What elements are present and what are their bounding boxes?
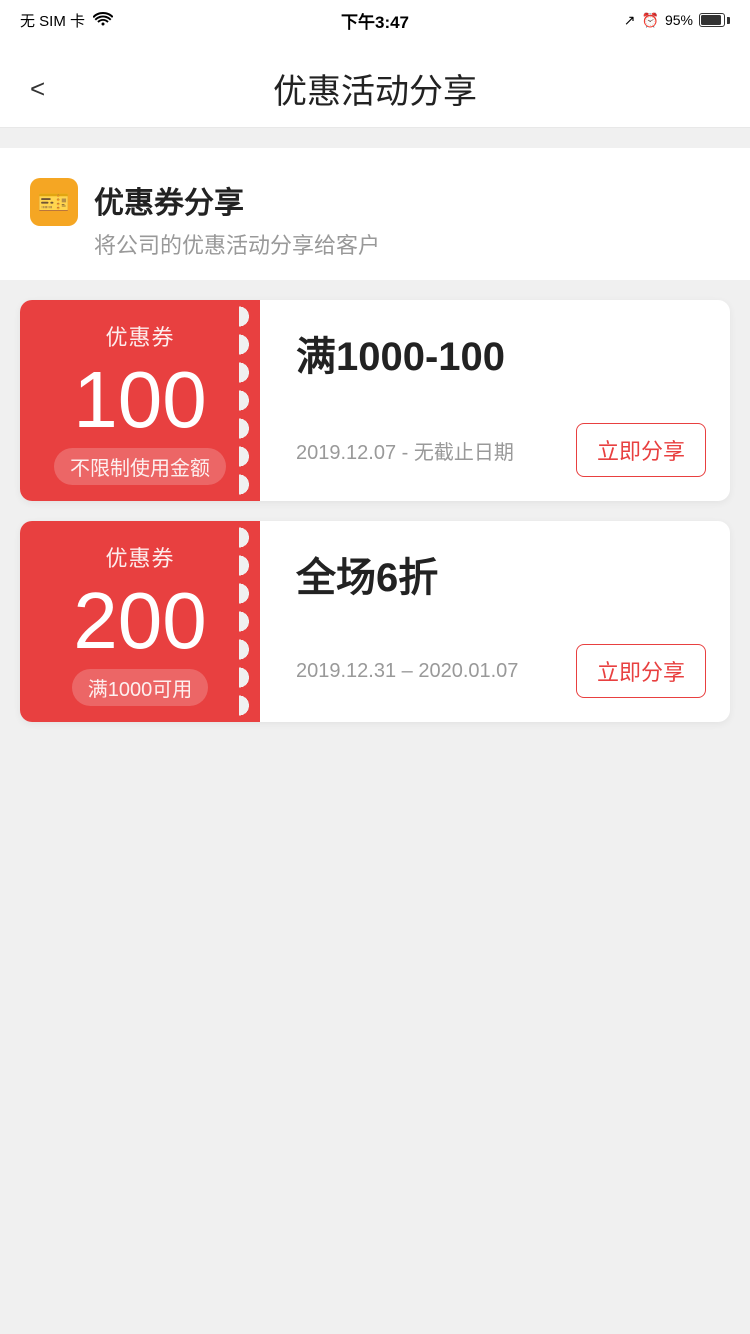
status-left: 无 SIM 卡: [20, 10, 113, 31]
page-title: 优惠活动分享: [273, 64, 477, 113]
coupon-zigzag-0: [239, 300, 261, 501]
coupon-title-1: 全场6折: [296, 545, 706, 603]
section-text: 优惠券分享 将公司的优惠活动分享给客户: [94, 178, 380, 260]
coupon-right-0: 满1000-100 2019.12.07 - 无截止日期 立即分享: [260, 300, 730, 501]
back-button[interactable]: <: [30, 73, 45, 104]
coupon-right-1: 全场6折 2019.12.31 – 2020.01.07 立即分享: [260, 521, 730, 722]
nav-bar: < 优惠活动分享: [0, 40, 750, 128]
coupon-meta-0: 2019.12.07 - 无截止日期 立即分享: [296, 423, 706, 477]
status-bar: 无 SIM 卡 下午3:47 ↗ ⏰ 95%: [0, 0, 750, 40]
coupon-amount-1: 200: [73, 581, 206, 661]
battery-icon: [699, 13, 730, 27]
section-header: 🎫 优惠券分享 将公司的优惠活动分享给客户: [0, 148, 750, 280]
coupon-left-1: 优惠券 200 满1000可用: [20, 521, 260, 722]
coupon-date-0: 2019.12.07 - 无截止日期: [296, 436, 564, 465]
battery-percent: 95%: [665, 12, 693, 28]
coupon-list: 优惠券 100 不限制使用金额 满1000-100 2019.12.07 - 无…: [0, 280, 750, 722]
share-button-0[interactable]: 立即分享: [576, 423, 706, 477]
coupon-left-0: 优惠券 100 不限制使用金额: [20, 300, 260, 501]
coupon-card: 优惠券 100 不限制使用金额 满1000-100 2019.12.07 - 无…: [20, 300, 730, 501]
coupon-label-0: 优惠券: [105, 320, 174, 352]
coupon-meta-1: 2019.12.31 – 2020.01.07 立即分享: [296, 644, 706, 698]
coupon-label-1: 优惠券: [105, 541, 174, 573]
coupon-title-0: 满1000-100: [296, 324, 706, 382]
section-subtitle: 将公司的优惠活动分享给客户: [94, 228, 380, 260]
wifi-icon: [93, 10, 113, 30]
status-right: ↗ ⏰ 95%: [624, 12, 730, 29]
section-icon: 🎫: [30, 178, 78, 226]
coupon-card: 优惠券 200 满1000可用 全场6折 2019.12.31 – 2020.0…: [20, 521, 730, 722]
coupon-restriction-0: 不限制使用金额: [54, 448, 226, 485]
bottom-space: [0, 722, 750, 1322]
section-title: 优惠券分享: [94, 178, 380, 222]
carrier-text: 无 SIM 卡: [20, 10, 85, 31]
gps-icon: ↗: [624, 12, 636, 29]
coupon-zigzag-1: [239, 521, 261, 722]
status-time: 下午3:47: [341, 8, 409, 33]
coupon-date-1: 2019.12.31 – 2020.01.07: [296, 660, 564, 683]
coupon-restriction-1: 满1000可用: [72, 669, 209, 706]
alarm-icon: ⏰: [642, 12, 659, 29]
coupon-amount-0: 100: [73, 360, 206, 440]
share-button-1[interactable]: 立即分享: [576, 644, 706, 698]
